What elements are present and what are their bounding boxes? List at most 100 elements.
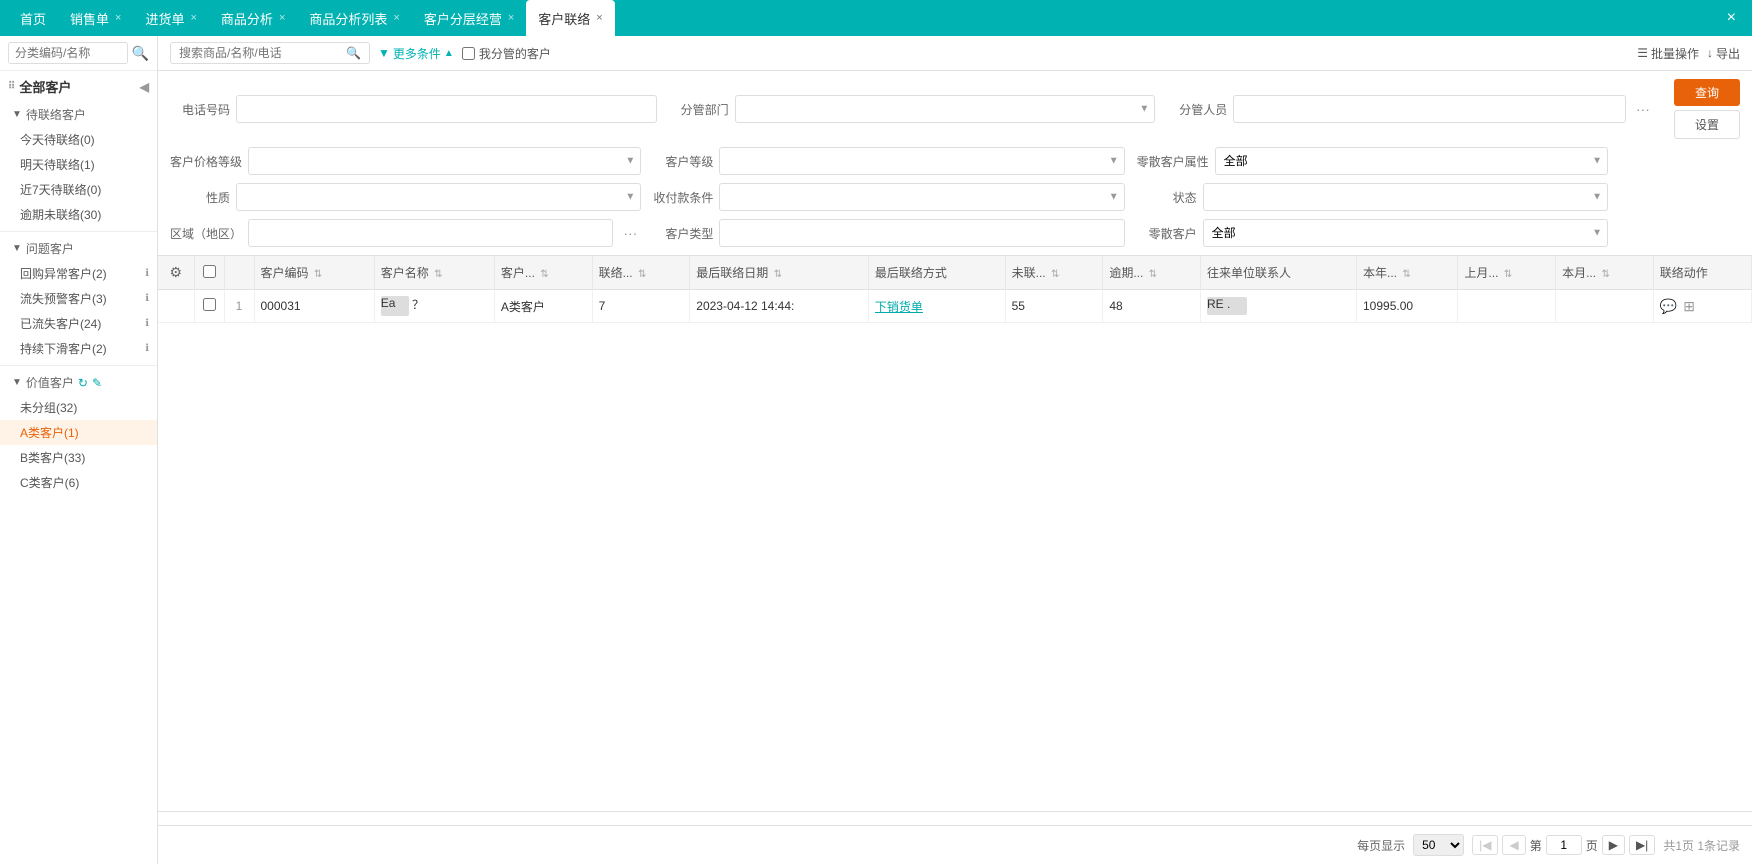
nav-tab-purchase[interactable]: 进货单 × xyxy=(133,0,208,36)
query-button[interactable]: 查询 xyxy=(1674,79,1740,106)
filter-search-input[interactable] xyxy=(179,46,342,60)
collapse-icon[interactable]: ◀ xyxy=(140,80,149,94)
payment-select[interactable] xyxy=(719,183,1124,211)
sidebar-search-icon[interactable]: 🔍 xyxy=(132,45,149,62)
content-area: 🔍 ▼ 更多条件 ▲ 我分管的客户 ☰ 批量操作 ↓ 导出 xyxy=(158,36,1752,864)
nav-tab-customer-contact[interactable]: 客户联络 × xyxy=(526,0,614,36)
settings-button[interactable]: 设置 xyxy=(1674,110,1740,139)
sort-name-icon[interactable]: ⇅ xyxy=(434,269,442,280)
sidebar-group-pending[interactable]: ▼ 待联络客户 xyxy=(0,102,157,127)
close-tab-customer-contact[interactable]: × xyxy=(596,12,602,24)
last-method-link[interactable]: 下销货单 xyxy=(875,300,923,314)
cust-type-input[interactable] xyxy=(719,219,1124,247)
phone-input[interactable] xyxy=(236,95,657,123)
sidebar-item-repurchase[interactable]: 回购异常客户(2) ℹ xyxy=(0,261,157,286)
sort-overdue-icon[interactable]: ⇅ xyxy=(1149,269,1157,280)
close-all-tabs[interactable]: × xyxy=(1719,9,1744,27)
sort-date-icon[interactable]: ⇅ xyxy=(774,269,782,280)
sidebar-item-tomorrow[interactable]: 明天待联络(1) xyxy=(0,152,157,177)
sidebar-item-lostwarning[interactable]: 流失预警客户(3) ℹ xyxy=(0,286,157,311)
prev-page-btn[interactable]: ◀ xyxy=(1502,835,1525,855)
status-select-wrap: ▼ xyxy=(1203,183,1608,211)
nav-tab-analysis-list[interactable]: 商品分析列表 × xyxy=(297,0,411,36)
manager-dots-icon[interactable]: ··· xyxy=(1632,101,1654,117)
close-tab-sales[interactable]: × xyxy=(115,12,121,24)
sidebar-item-lost[interactable]: 已流失客户(24) ℹ xyxy=(0,311,157,336)
chat-icon[interactable]: 💬 xyxy=(1660,298,1677,315)
page-size-select[interactable]: 50 100 xyxy=(1413,834,1464,856)
gear-icon[interactable]: ⚙ xyxy=(169,264,182,280)
main-layout: 🔍 ⠿ 全部客户 ◀ ▼ 待联络客户 今天待联络(0) 明天待联络(1) 近7天… xyxy=(0,36,1752,864)
scatter-cust-select[interactable]: 全部 xyxy=(1203,219,1608,247)
sidebar-all-customers[interactable]: ⠿ 全部客户 ◀ xyxy=(0,71,157,102)
nav-tab-sales[interactable]: 销售单 × xyxy=(58,0,133,36)
refresh-icon[interactable]: ↻ xyxy=(78,376,88,390)
scatter-attr-select[interactable]: 全部 xyxy=(1215,147,1608,175)
manager-input[interactable] xyxy=(1233,95,1626,123)
row-checkbox-1[interactable] xyxy=(203,298,216,311)
top-nav: 首页 销售单 × 进货单 × 商品分析 × 商品分析列表 × 客户分层经营 × … xyxy=(0,0,1752,36)
page-input[interactable] xyxy=(1546,835,1582,855)
batch-op-btn[interactable]: ☰ 批量操作 xyxy=(1637,45,1699,62)
region-input[interactable] xyxy=(248,219,613,247)
next-page-btn[interactable]: ▶ xyxy=(1602,835,1625,855)
th-contact: 联络... ⇅ xyxy=(592,256,690,290)
batch-op-icon: ☰ xyxy=(1637,46,1648,60)
my-customers-checkbox[interactable] xyxy=(462,47,475,60)
sidebar-item-a-class[interactable]: A类客户(1) xyxy=(0,420,157,445)
sort-year-icon[interactable]: ⇅ xyxy=(1402,269,1410,280)
nav-tab-analysis[interactable]: 商品分析 × xyxy=(209,0,297,36)
sort-nodays-icon[interactable]: ⇅ xyxy=(1051,269,1059,280)
export-btn[interactable]: ↓ 导出 xyxy=(1707,45,1740,62)
sidebar-item-b-class[interactable]: B类客户(33) xyxy=(0,445,157,470)
close-tab-purchase[interactable]: × xyxy=(190,12,196,24)
nav-tab-customer-mgmt[interactable]: 客户分层经营 × xyxy=(412,0,526,36)
price-level-select[interactable] xyxy=(248,147,641,175)
filter-search-icon[interactable]: 🔍 xyxy=(346,46,361,60)
close-tab-customer-mgmt[interactable]: × xyxy=(508,12,514,24)
sort-lastmonth-icon[interactable]: ⇅ xyxy=(1504,269,1512,280)
divider-2 xyxy=(0,365,157,366)
sort-level-icon[interactable]: ⇅ xyxy=(540,269,548,280)
customers-table: ⚙ 客户编码 ⇅ 客户名称 ⇅ xyxy=(158,256,1752,323)
close-tab-analysis[interactable]: × xyxy=(279,12,285,24)
filter-more-btn[interactable]: ▼ 更多条件 ▲ xyxy=(378,45,454,62)
sidebar-group-value[interactable]: ▼ 价值客户 ↻ ✎ xyxy=(0,370,157,395)
horizontal-scrollbar[interactable] xyxy=(158,811,1752,825)
close-tab-analysis-list[interactable]: × xyxy=(393,12,399,24)
th-check xyxy=(194,256,224,290)
sort-contact-icon[interactable]: ⇅ xyxy=(638,269,646,280)
sort-thismonth-icon[interactable]: ⇅ xyxy=(1601,269,1609,280)
sidebar-item-overdue[interactable]: 逾期未联络(30) xyxy=(0,202,157,227)
nav-home[interactable]: 首页 xyxy=(8,9,58,28)
nature-select[interactable] xyxy=(236,183,641,211)
dept-select[interactable] xyxy=(735,95,1156,123)
sidebar-search-input[interactable] xyxy=(8,42,128,64)
sidebar-item-today[interactable]: 今天待联络(0) xyxy=(0,127,157,152)
last-page-btn[interactable]: ▶| xyxy=(1629,835,1655,855)
region-dots-icon[interactable]: ··· xyxy=(619,225,641,241)
sidebar-item-7days[interactable]: 近7天待联络(0) xyxy=(0,177,157,202)
cust-level-select[interactable] xyxy=(719,147,1124,175)
td-level: A类客户 xyxy=(494,290,592,323)
sort-code-icon[interactable]: ⇅ xyxy=(314,269,322,280)
td-last-date: 2023-04-12 14:44: xyxy=(690,290,869,323)
edit-icon[interactable]: ✎ xyxy=(92,376,102,390)
tri-icon-3: ▼ xyxy=(12,377,22,388)
qr-icon[interactable]: ⊞ xyxy=(1683,298,1695,315)
first-page-btn[interactable]: |◀ xyxy=(1472,835,1498,855)
filter-row-3: 性质 ▼ 收付款条件 ▼ 状态 xyxy=(170,183,1740,211)
sidebar-item-declining[interactable]: 持续下滑客户(2) ℹ xyxy=(0,336,157,361)
advanced-filter: 电话号码 分管部门 ▼ 分管人员 ··· 查询 设置 xyxy=(158,71,1752,256)
sidebar-item-unsorted[interactable]: 未分组(32) xyxy=(0,395,157,420)
sidebar-item-c-class[interactable]: C类客户(6) xyxy=(0,470,157,495)
payment-select-wrap: ▼ xyxy=(719,183,1124,211)
filter-field-phone: 电话号码 xyxy=(170,95,657,123)
select-all-checkbox[interactable] xyxy=(203,265,216,278)
filter-field-cust-type: 客户类型 xyxy=(653,219,1124,247)
info-icon-3: ℹ xyxy=(145,318,149,329)
filter-field-price-level: 客户价格等级 ▼ xyxy=(170,147,641,175)
sidebar-group-problem[interactable]: ▼ 问题客户 xyxy=(0,236,157,261)
filter-my-customers[interactable]: 我分管的客户 xyxy=(462,45,551,62)
status-select[interactable] xyxy=(1203,183,1608,211)
